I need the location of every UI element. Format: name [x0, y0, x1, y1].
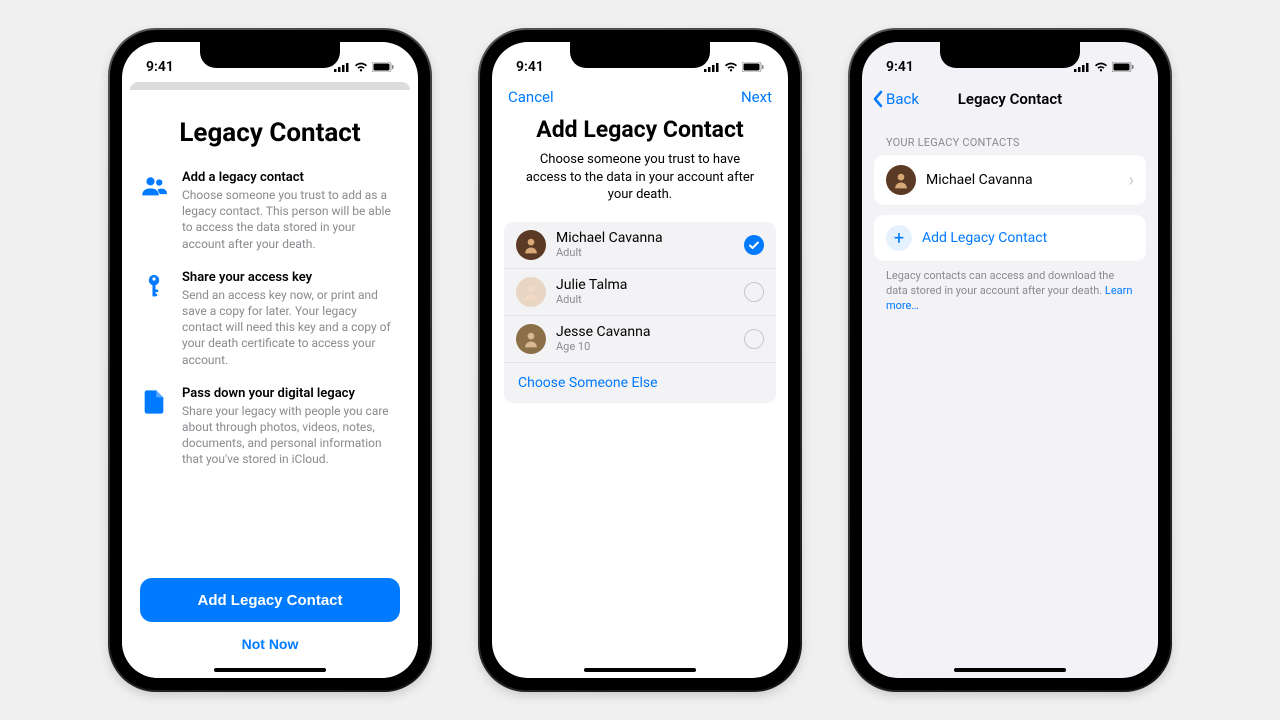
signal-icon: [704, 62, 720, 72]
phone-settings: 9:41 Back Legacy Contact Your Legacy Con…: [850, 30, 1170, 690]
person-sub: Adult: [556, 293, 734, 306]
person-row[interactable]: Michael Cavanna Adult: [504, 222, 776, 269]
phone-intro: 9:41 Legacy Contact Add a legacy contact…: [110, 30, 430, 690]
radio-empty-icon: [744, 329, 764, 349]
add-legacy-contact-label: Add Legacy Contact: [922, 230, 1047, 246]
back-label: Back: [886, 90, 919, 108]
phone-choose: 9:41 Cancel Next Add Legacy Contact Choo…: [480, 30, 800, 690]
wifi-icon: [1094, 62, 1108, 72]
signal-icon: [1074, 62, 1090, 72]
cancel-button[interactable]: Cancel: [508, 88, 554, 106]
people-list: Michael Cavanna Adult Julie Talma Adult: [504, 222, 776, 403]
status-time: 9:41: [146, 59, 174, 75]
sheet-background: [130, 82, 410, 90]
chevron-left-icon: [872, 90, 884, 108]
feature-title: Add a legacy contact: [182, 170, 400, 185]
person-sub: Adult: [556, 246, 734, 259]
feature-share-key: Share your access key Send an access key…: [140, 270, 400, 368]
notch: [570, 42, 710, 68]
navigation-bar: Cancel Next: [492, 82, 788, 106]
person-name: Michael Cavanna: [556, 230, 734, 246]
home-indicator[interactable]: [214, 668, 326, 672]
person-name: Julie Talma: [556, 277, 734, 293]
notch: [200, 42, 340, 68]
feature-title: Pass down your digital legacy: [182, 386, 400, 401]
add-legacy-contact-button[interactable]: Add Legacy Contact: [140, 578, 400, 622]
status-icons: [704, 62, 764, 72]
home-indicator[interactable]: [954, 668, 1066, 672]
person-sub: Age 10: [556, 340, 734, 353]
status-icons: [334, 62, 394, 72]
avatar: [886, 165, 916, 195]
next-button[interactable]: Next: [741, 88, 772, 106]
avatar: [516, 277, 546, 307]
person-name: Jesse Cavanna: [556, 324, 734, 340]
key-icon: [140, 272, 168, 368]
person-row[interactable]: Julie Talma Adult: [504, 269, 776, 316]
home-indicator[interactable]: [584, 668, 696, 672]
status-time: 9:41: [886, 59, 914, 75]
status-icons: [1074, 62, 1134, 72]
feature-digital-legacy: Pass down your digital legacy Share your…: [140, 386, 400, 468]
avatar: [516, 230, 546, 260]
page-title: Add Legacy Contact: [492, 116, 788, 143]
signal-icon: [334, 62, 350, 72]
wifi-icon: [724, 62, 738, 72]
choose-someone-else-button[interactable]: Choose Someone Else: [504, 363, 776, 403]
battery-icon: [742, 62, 764, 72]
feature-desc: Choose someone you trust to add as a leg…: [182, 187, 400, 252]
page-subtitle: Choose someone you trust to have access …: [492, 151, 788, 204]
avatar: [516, 324, 546, 354]
people-icon: [140, 172, 168, 252]
wifi-icon: [354, 62, 368, 72]
battery-icon: [372, 62, 394, 72]
intro-sheet: Legacy Contact Add a legacy contact Choo…: [122, 90, 418, 678]
radio-empty-icon: [744, 282, 764, 302]
chevron-right-icon: ›: [1129, 170, 1134, 191]
nav-title: Legacy Contact: [958, 90, 1062, 108]
feature-add-contact: Add a legacy contact Choose someone you …: [140, 170, 400, 252]
navigation-bar: Back Legacy Contact: [862, 82, 1158, 114]
add-contact-list: + Add Legacy Contact: [874, 215, 1146, 261]
section-header: Your Legacy Contacts: [862, 114, 1158, 155]
footnote-text: Legacy contacts can access and download …: [886, 269, 1114, 297]
checkmark-icon: [744, 235, 764, 255]
contact-name: Michael Cavanna: [926, 172, 1119, 188]
page-title: Legacy Contact: [140, 118, 400, 148]
feature-desc: Send an access key now, or print and sav…: [182, 287, 400, 368]
battery-icon: [1112, 62, 1134, 72]
contact-row[interactable]: Michael Cavanna ›: [874, 155, 1146, 205]
document-icon: [140, 388, 168, 468]
status-time: 9:41: [516, 59, 544, 75]
back-button[interactable]: Back: [872, 90, 919, 108]
notch: [940, 42, 1080, 68]
footnote: Legacy contacts can access and download …: [862, 261, 1158, 322]
plus-icon: +: [886, 225, 912, 251]
feature-title: Share your access key: [182, 270, 400, 285]
feature-desc: Share your legacy with people you care a…: [182, 403, 400, 468]
person-row[interactable]: Jesse Cavanna Age 10: [504, 316, 776, 363]
contacts-list: Michael Cavanna ›: [874, 155, 1146, 205]
add-legacy-contact-row[interactable]: + Add Legacy Contact: [874, 215, 1146, 261]
